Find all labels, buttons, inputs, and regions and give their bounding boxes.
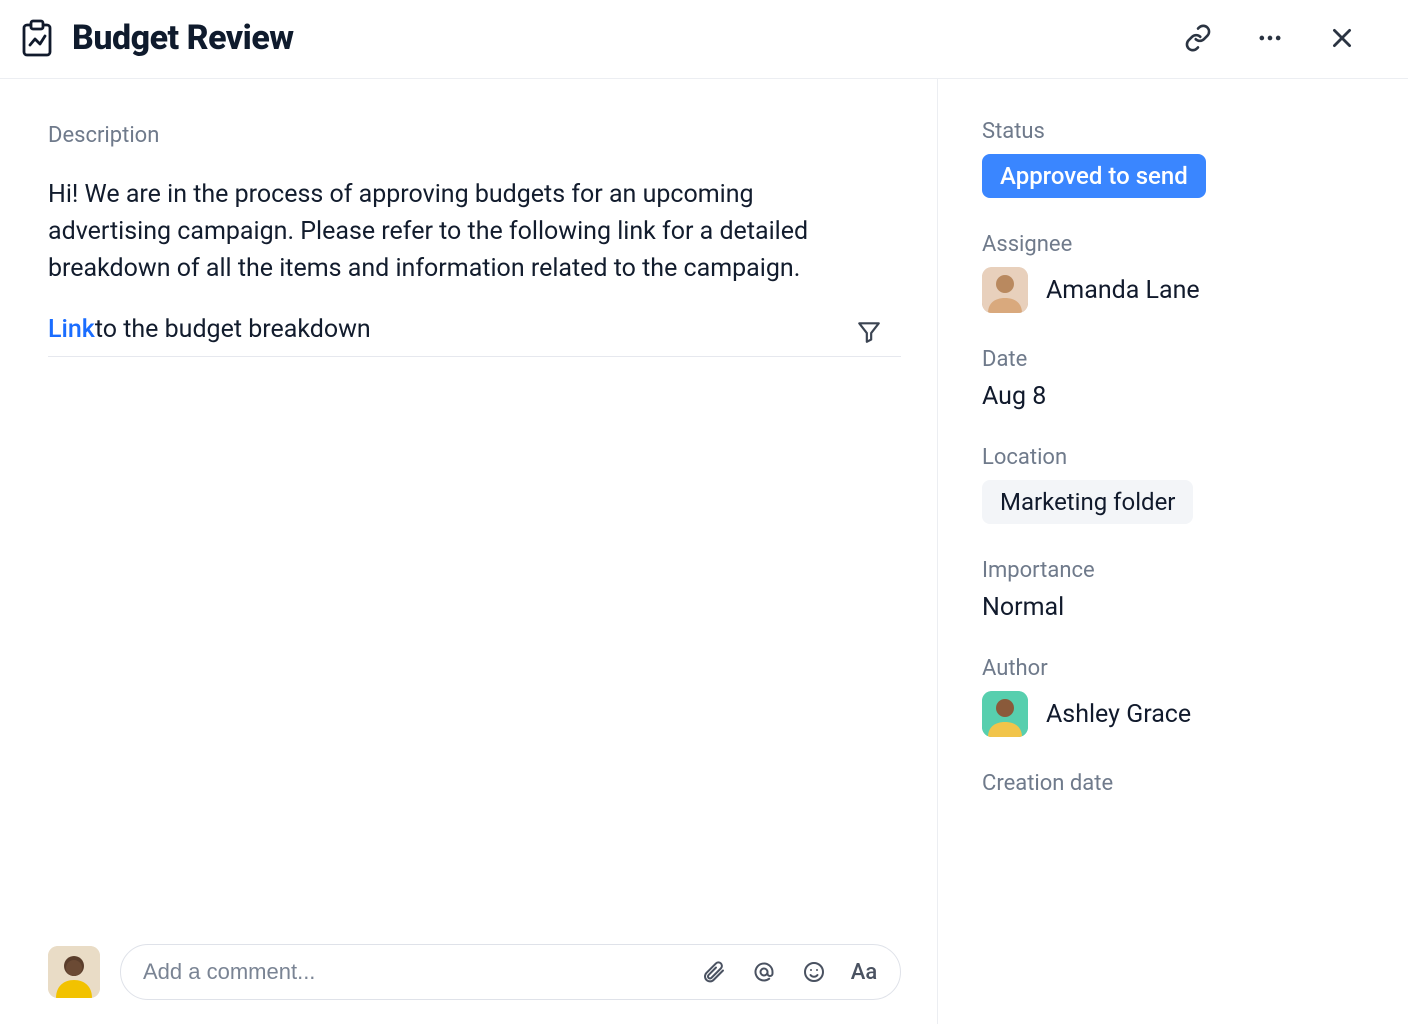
importance-label: Importance <box>982 558 1364 583</box>
comment-input-wrap[interactable]: Aa <box>120 944 901 1000</box>
link-line-rest: to the budget breakdown <box>95 315 371 344</box>
importance-value[interactable]: Normal <box>982 593 1364 622</box>
topbar-actions <box>1180 20 1360 56</box>
date-value[interactable]: Aug 8 <box>982 382 1364 411</box>
assignee-name: Amanda Lane <box>1046 276 1200 305</box>
status-label: Status <box>982 119 1364 144</box>
section-divider <box>48 356 901 357</box>
formatting-icon[interactable]: Aa <box>850 958 878 986</box>
creation-date-label: Creation date <box>982 771 1364 796</box>
comment-bar: Aa <box>48 944 901 1000</box>
author-row[interactable]: Ashley Grace <box>982 691 1364 737</box>
attach-icon[interactable] <box>700 958 728 986</box>
assignee-row[interactable]: Amanda Lane <box>982 267 1364 313</box>
field-author: Author Ashley Grace <box>982 656 1364 737</box>
status-badge[interactable]: Approved to send <box>982 154 1206 198</box>
comment-input[interactable] <box>143 959 700 985</box>
location-chip[interactable]: Marketing folder <box>982 480 1193 524</box>
location-label: Location <box>982 445 1364 470</box>
date-label: Date <box>982 347 1364 372</box>
author-label: Author <box>982 656 1364 681</box>
sidebar: Status Approved to send Assignee Amanda … <box>938 79 1408 1024</box>
field-date: Date Aug 8 <box>982 347 1364 411</box>
body: Description Hi! We are in the process of… <box>0 79 1408 1024</box>
main-panel: Description Hi! We are in the process of… <box>0 79 938 1024</box>
avatar-assignee <box>982 267 1028 313</box>
topbar-left: Budget Review <box>20 18 294 58</box>
emoji-icon[interactable] <box>800 958 828 986</box>
task-detail-dialog: Budget Review Description Hi! We are in … <box>0 0 1408 1024</box>
description-label: Description <box>48 123 901 148</box>
field-location: Location Marketing folder <box>982 445 1364 524</box>
topbar: Budget Review <box>0 0 1408 79</box>
copy-link-button[interactable] <box>1180 20 1216 56</box>
document-icon <box>20 19 54 57</box>
field-importance: Importance Normal <box>982 558 1364 622</box>
comment-toolbar: Aa <box>700 958 878 986</box>
description-body: Hi! We are in the process of approving b… <box>48 176 848 287</box>
page-title: Budget Review <box>72 18 294 58</box>
divider-row <box>48 348 901 357</box>
author-name: Ashley Grace <box>1046 700 1191 729</box>
mention-icon[interactable] <box>750 958 778 986</box>
assignee-label: Assignee <box>982 232 1364 257</box>
budget-breakdown-link[interactable]: Link <box>48 315 95 344</box>
field-status: Status Approved to send <box>982 119 1364 198</box>
current-user-avatar <box>48 946 100 998</box>
more-menu-button[interactable] <box>1252 20 1288 56</box>
avatar-author <box>982 691 1028 737</box>
close-button[interactable] <box>1324 20 1360 56</box>
field-assignee: Assignee Amanda Lane <box>982 232 1364 313</box>
filter-button[interactable] <box>851 314 887 350</box>
field-creation-date: Creation date <box>982 771 1364 796</box>
link-line: Link to the budget breakdown <box>48 315 901 344</box>
